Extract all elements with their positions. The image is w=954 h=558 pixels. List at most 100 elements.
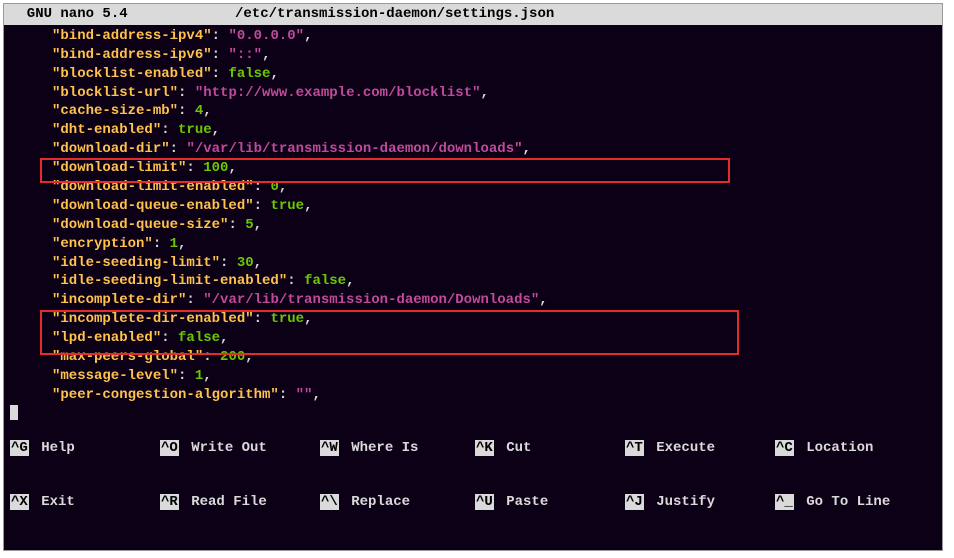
help-label: Go To Line (798, 494, 890, 510)
terminal-window: GNU nano 5.4 /etc/transmission-daemon/se… (3, 3, 943, 551)
help-label: Where Is (343, 440, 419, 456)
colon: : (279, 387, 296, 403)
editor-line[interactable]: "dht-enabled": true, (12, 121, 934, 140)
json-value: false (304, 273, 346, 289)
editor-line[interactable]: "max-peers-global": 200, (12, 348, 934, 367)
colon: : (254, 179, 271, 195)
editor-line[interactable]: "incomplete-dir-enabled": true, (12, 310, 934, 329)
help-key: ^K (475, 440, 494, 456)
comma: , (262, 47, 270, 63)
json-value: 0 (270, 179, 278, 195)
editor-line[interactable]: "download-dir": "/var/lib/transmission-d… (12, 140, 934, 159)
editor-line[interactable]: "bind-address-ipv4": "0.0.0.0", (12, 27, 934, 46)
comma: , (254, 255, 262, 271)
help-item: ^J Justify (625, 493, 775, 511)
json-value: false (178, 330, 220, 346)
help-key: ^R (160, 494, 179, 510)
editor-line[interactable]: "encryption": 1, (12, 235, 934, 254)
colon: : (212, 66, 229, 82)
help-label: Exit (33, 494, 75, 510)
editor-line[interactable]: "idle-seeding-limit": 30, (12, 254, 934, 273)
editor-line[interactable]: "lpd-enabled": false, (12, 329, 934, 348)
colon: : (186, 160, 203, 176)
colon: : (153, 236, 170, 252)
editor-line[interactable]: "bind-address-ipv6": "::", (12, 46, 934, 65)
comma: , (312, 387, 320, 403)
help-item: ^X Exit (10, 493, 160, 511)
comma: , (539, 292, 547, 308)
json-key: "download-limit-enabled" (52, 179, 254, 195)
editor-line[interactable]: "blocklist-url": "http://www.example.com… (12, 84, 934, 103)
comma: , (304, 198, 312, 214)
json-key: "download-limit" (52, 160, 186, 176)
help-key: ^\ (320, 494, 339, 510)
json-value: "::" (228, 47, 262, 63)
colon: : (254, 198, 271, 214)
json-key: "idle-seeding-limit-enabled" (52, 273, 287, 289)
editor-area[interactable]: "bind-address-ipv4": "0.0.0.0","bind-add… (4, 25, 942, 407)
json-value: 1 (170, 236, 178, 252)
json-key: "download-queue-enabled" (52, 198, 254, 214)
colon: : (212, 28, 229, 44)
editor-line[interactable]: "download-queue-size": 5, (12, 216, 934, 235)
json-key: "encryption" (52, 236, 153, 252)
colon: : (170, 141, 187, 157)
editor-line[interactable]: "download-limit": 100, (12, 159, 934, 178)
json-value: 5 (245, 217, 253, 233)
colon: : (178, 103, 195, 119)
comma: , (245, 349, 253, 365)
help-label: Cut (498, 440, 532, 456)
json-value: "" (296, 387, 313, 403)
help-item: ^O Write Out (160, 439, 320, 457)
json-key: "message-level" (52, 368, 178, 384)
help-label: Help (33, 440, 75, 456)
comma: , (254, 217, 262, 233)
help-key: ^T (625, 440, 644, 456)
help-item: ^G Help (10, 439, 160, 457)
json-value: "http://www.example.com/blocklist" (195, 85, 481, 101)
json-key: "blocklist-enabled" (52, 66, 212, 82)
json-key: "idle-seeding-limit" (52, 255, 220, 271)
comma: , (481, 85, 489, 101)
editor-line[interactable]: "download-queue-enabled": true, (12, 197, 934, 216)
comma: , (304, 311, 312, 327)
help-key: ^O (160, 440, 179, 456)
editor-line[interactable]: "message-level": 1, (12, 367, 934, 386)
help-label: Location (798, 440, 874, 456)
editor-line[interactable]: "blocklist-enabled": false, (12, 65, 934, 84)
help-label: Write Out (183, 440, 267, 456)
help-key: ^X (10, 494, 29, 510)
editor-line[interactable]: "download-limit-enabled": 0, (12, 178, 934, 197)
nano-helpbar: ^G Help^O Write Out^W Where Is^K Cut^T E… (4, 403, 942, 549)
colon: : (220, 255, 237, 271)
help-label: Execute (648, 440, 715, 456)
colon: : (212, 47, 229, 63)
json-key: "dht-enabled" (52, 122, 161, 138)
help-item: ^_ Go To Line (775, 493, 930, 511)
json-value: true (270, 198, 304, 214)
help-item: ^R Read File (160, 493, 320, 511)
editor-line[interactable]: "incomplete-dir": "/var/lib/transmission… (12, 291, 934, 310)
editor-line[interactable]: "idle-seeding-limit-enabled": false, (12, 272, 934, 291)
colon: : (186, 292, 203, 308)
json-key: "incomplete-dir-enabled" (52, 311, 254, 327)
json-key: "max-peers-global" (52, 349, 203, 365)
help-key: ^W (320, 440, 339, 456)
json-key: "lpd-enabled" (52, 330, 161, 346)
help-item: ^K Cut (475, 439, 625, 457)
json-key: "peer-congestion-algorithm" (52, 387, 279, 403)
colon: : (287, 273, 304, 289)
comma: , (304, 28, 312, 44)
editor-line[interactable]: "cache-size-mb": 4, (12, 102, 934, 121)
json-value: "0.0.0.0" (228, 28, 304, 44)
help-item: ^\ Replace (320, 493, 475, 511)
help-key: ^C (775, 440, 794, 456)
comma: , (212, 122, 220, 138)
json-key: "blocklist-url" (52, 85, 178, 101)
json-key: "bind-address-ipv6" (52, 47, 212, 63)
nano-filename: /etc/transmission-daemon/settings.json (235, 5, 554, 24)
comma: , (203, 103, 211, 119)
help-key: ^U (475, 494, 494, 510)
comma: , (228, 160, 236, 176)
json-value: 200 (220, 349, 245, 365)
